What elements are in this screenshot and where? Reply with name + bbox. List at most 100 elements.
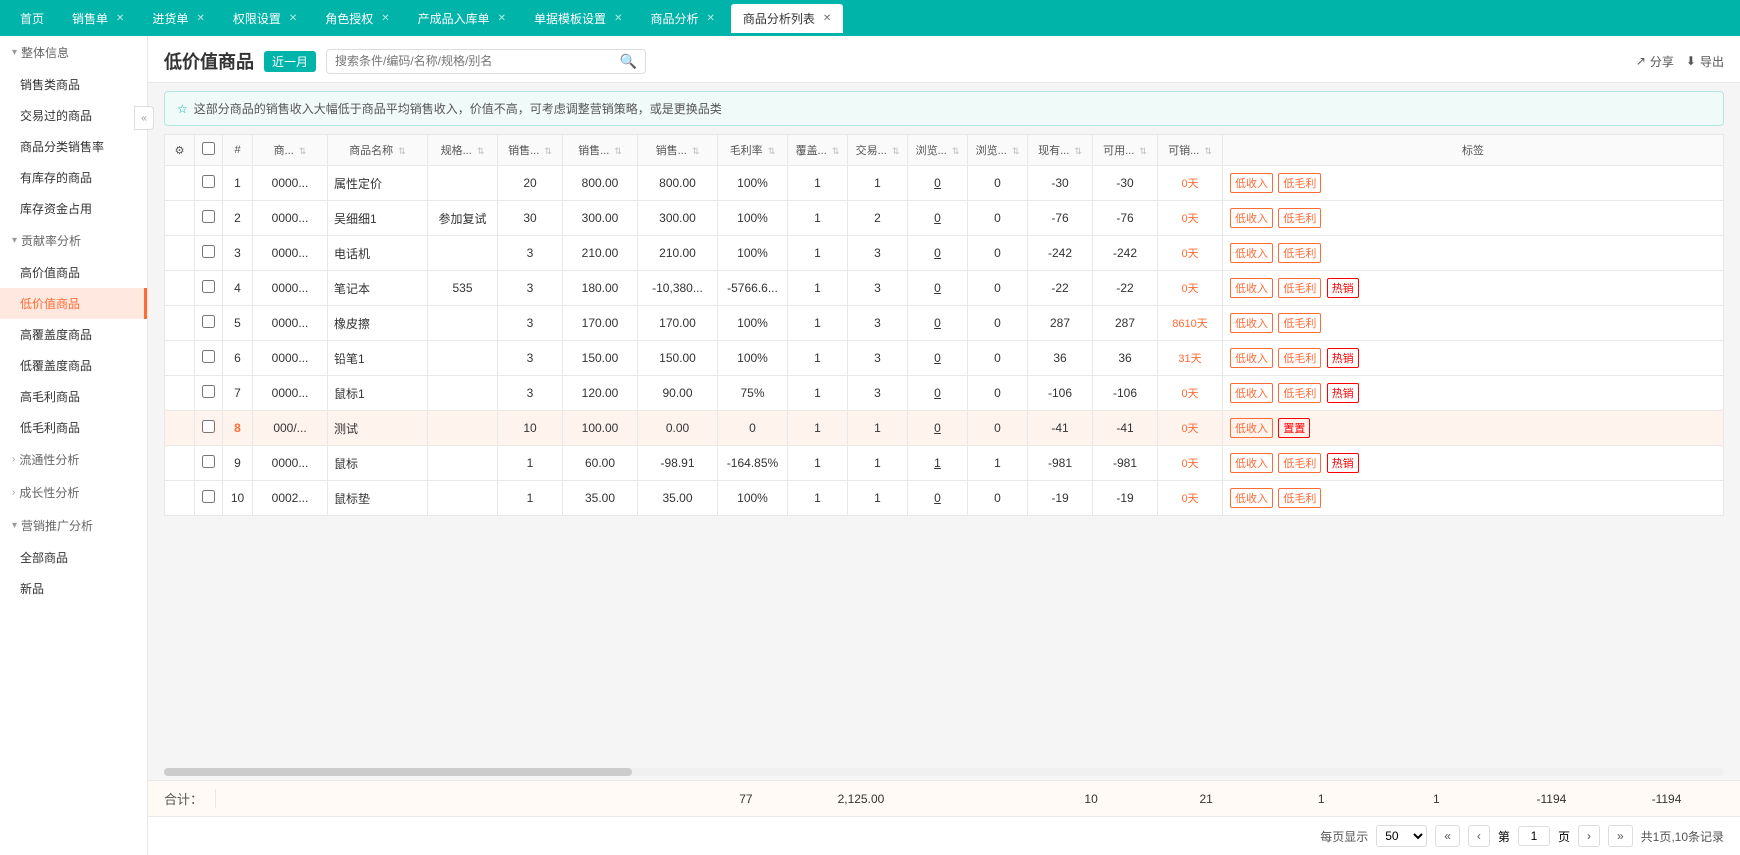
nav-product-analysis-list[interactable]: 商品分析列表 ✕ [731, 4, 843, 33]
col-coverage[interactable]: 覆盖... ⇅ [788, 135, 848, 166]
views1-link[interactable]: 0 [934, 316, 941, 330]
row-checkbox[interactable] [195, 271, 223, 306]
sidebar-group-overall[interactable]: ▾ 整体信息 [0, 36, 147, 69]
row-select-checkbox[interactable] [202, 280, 215, 293]
page-input[interactable] [1518, 826, 1550, 846]
sidebar-item-high-value[interactable]: 高价值商品 [0, 257, 147, 288]
search-icon[interactable]: 🔍 [620, 53, 637, 70]
scroll-indicator[interactable] [164, 768, 1724, 776]
sidebar-item-high-margin[interactable]: 高毛利商品 [0, 381, 147, 412]
last-page-button[interactable]: » [1608, 825, 1633, 847]
row-select-checkbox[interactable] [202, 175, 215, 188]
col-views2[interactable]: 浏览... ⇅ [968, 135, 1028, 166]
col-available[interactable]: 可用... ⇅ [1093, 135, 1158, 166]
filter-tag-recent-month[interactable]: 近一月 [264, 51, 316, 72]
nav-product-analysis[interactable]: 商品分析 ✕ [638, 4, 726, 33]
col-sellable[interactable]: 可销... ⇅ [1158, 135, 1223, 166]
close-icon[interactable]: ✕ [381, 13, 389, 24]
row-views1[interactable]: 0 [908, 481, 968, 516]
table-wrapper[interactable]: ⚙ # 商... ⇅ 商品名称 ⇅ 规格... ⇅ 销售... ⇅ 销售... … [148, 134, 1740, 768]
row-select-checkbox[interactable] [202, 350, 215, 363]
close-icon[interactable]: ✕ [498, 13, 506, 24]
search-input[interactable] [335, 54, 614, 68]
row-select-checkbox[interactable] [202, 210, 215, 223]
nav-role[interactable]: 角色授权 ✕ [313, 4, 401, 33]
sidebar-group-growth[interactable]: › 成长性分析 [0, 476, 147, 509]
row-views1[interactable]: 1 [908, 446, 968, 481]
row-views1[interactable]: 0 [908, 236, 968, 271]
row-select-checkbox[interactable] [202, 385, 215, 398]
close-icon[interactable]: ✕ [614, 13, 622, 24]
row-views1[interactable]: 0 [908, 306, 968, 341]
row-views1[interactable]: 0 [908, 411, 968, 446]
close-icon[interactable]: ✕ [116, 13, 124, 24]
sidebar-item-low-coverage[interactable]: 低覆盖度商品 [0, 350, 147, 381]
nav-purchase[interactable]: 进货单 ✕ [140, 4, 216, 33]
col-views1[interactable]: 浏览... ⇅ [908, 135, 968, 166]
col-code[interactable]: 商... ⇅ [253, 135, 328, 166]
sidebar-item-low-value[interactable]: 低价值商品 [0, 288, 147, 319]
col-current-stock[interactable]: 现有... ⇅ [1028, 135, 1093, 166]
row-select-checkbox[interactable] [202, 490, 215, 503]
views1-link[interactable]: 0 [934, 421, 941, 435]
row-views1[interactable]: 0 [908, 341, 968, 376]
select-all-checkbox[interactable] [202, 142, 215, 155]
row-checkbox[interactable] [195, 446, 223, 481]
row-select-checkbox[interactable] [202, 455, 215, 468]
views1-link[interactable]: 0 [934, 246, 941, 260]
views1-link[interactable]: 0 [934, 491, 941, 505]
views1-link[interactable]: 0 [934, 211, 941, 225]
sidebar-collapse-button[interactable]: « [134, 106, 154, 130]
col-transactions[interactable]: 交易... ⇅ [848, 135, 908, 166]
col-sales-amount[interactable]: 销售... ⇅ [638, 135, 718, 166]
row-select-checkbox[interactable] [202, 420, 215, 433]
views1-link[interactable]: 0 [934, 386, 941, 400]
row-checkbox[interactable] [195, 236, 223, 271]
row-checkbox[interactable] [195, 411, 223, 446]
sidebar-item-sales-goods[interactable]: 销售类商品 [0, 69, 147, 100]
row-views1[interactable]: 0 [908, 376, 968, 411]
export-button[interactable]: ⬇ 导出 [1686, 53, 1724, 70]
sidebar-item-stock-capital[interactable]: 库存资金占用 [0, 193, 147, 224]
sidebar-item-all-goods[interactable]: 全部商品 [0, 542, 147, 573]
col-name[interactable]: 商品名称 ⇅ [328, 135, 428, 166]
nav-template[interactable]: 单据模板设置 ✕ [522, 4, 634, 33]
views1-link[interactable]: 0 [934, 281, 941, 295]
sidebar-item-new-goods[interactable]: 新品 [0, 573, 147, 604]
row-checkbox[interactable] [195, 166, 223, 201]
col-gross-margin[interactable]: 毛利率 ⇅ [718, 135, 788, 166]
row-checkbox[interactable] [195, 306, 223, 341]
nav-home[interactable]: 首页 [8, 4, 56, 33]
row-checkbox[interactable] [195, 201, 223, 236]
close-icon[interactable]: ✕ [706, 13, 714, 24]
nav-sales[interactable]: 销售单 ✕ [60, 4, 136, 33]
sidebar-item-traded-goods[interactable]: 交易过的商品 [0, 100, 147, 131]
col-sales-price[interactable]: 销售... ⇅ [563, 135, 638, 166]
close-icon[interactable]: ✕ [823, 13, 831, 24]
col-sales-qty[interactable]: 销售... ⇅ [498, 135, 563, 166]
sidebar-item-category-sales-rate[interactable]: 商品分类销售率 [0, 131, 147, 162]
sidebar-group-contribution[interactable]: ▾ 贡献率分析 [0, 224, 147, 257]
views1-link[interactable]: 1 [934, 456, 941, 470]
views1-link[interactable]: 0 [934, 351, 941, 365]
page-size-select[interactable]: 50 100 200 [1376, 825, 1427, 847]
sidebar-item-low-margin[interactable]: 低毛利商品 [0, 412, 147, 443]
row-select-checkbox[interactable] [202, 245, 215, 258]
next-page-button[interactable]: › [1578, 825, 1600, 847]
row-views1[interactable]: 0 [908, 201, 968, 236]
first-page-button[interactable]: « [1435, 825, 1460, 847]
row-checkbox[interactable] [195, 376, 223, 411]
sidebar-item-stock-goods[interactable]: 有库存的商品 [0, 162, 147, 193]
row-select-checkbox[interactable] [202, 315, 215, 328]
row-checkbox[interactable] [195, 341, 223, 376]
views1-link[interactable]: 0 [934, 176, 941, 190]
col-settings[interactable]: ⚙ [165, 135, 195, 166]
share-button[interactable]: ↗ 分享 [1636, 53, 1674, 70]
sidebar-group-flow[interactable]: › 流通性分析 [0, 443, 147, 476]
close-icon[interactable]: ✕ [196, 13, 204, 24]
nav-product-in[interactable]: 产成品入库单 ✕ [406, 4, 518, 33]
nav-permission[interactable]: 权限设置 ✕ [221, 4, 309, 33]
row-checkbox[interactable] [195, 481, 223, 516]
sidebar-group-marketing[interactable]: ▾ 营销推广分析 [0, 509, 147, 542]
sidebar-item-high-coverage[interactable]: 高覆盖度商品 [0, 319, 147, 350]
